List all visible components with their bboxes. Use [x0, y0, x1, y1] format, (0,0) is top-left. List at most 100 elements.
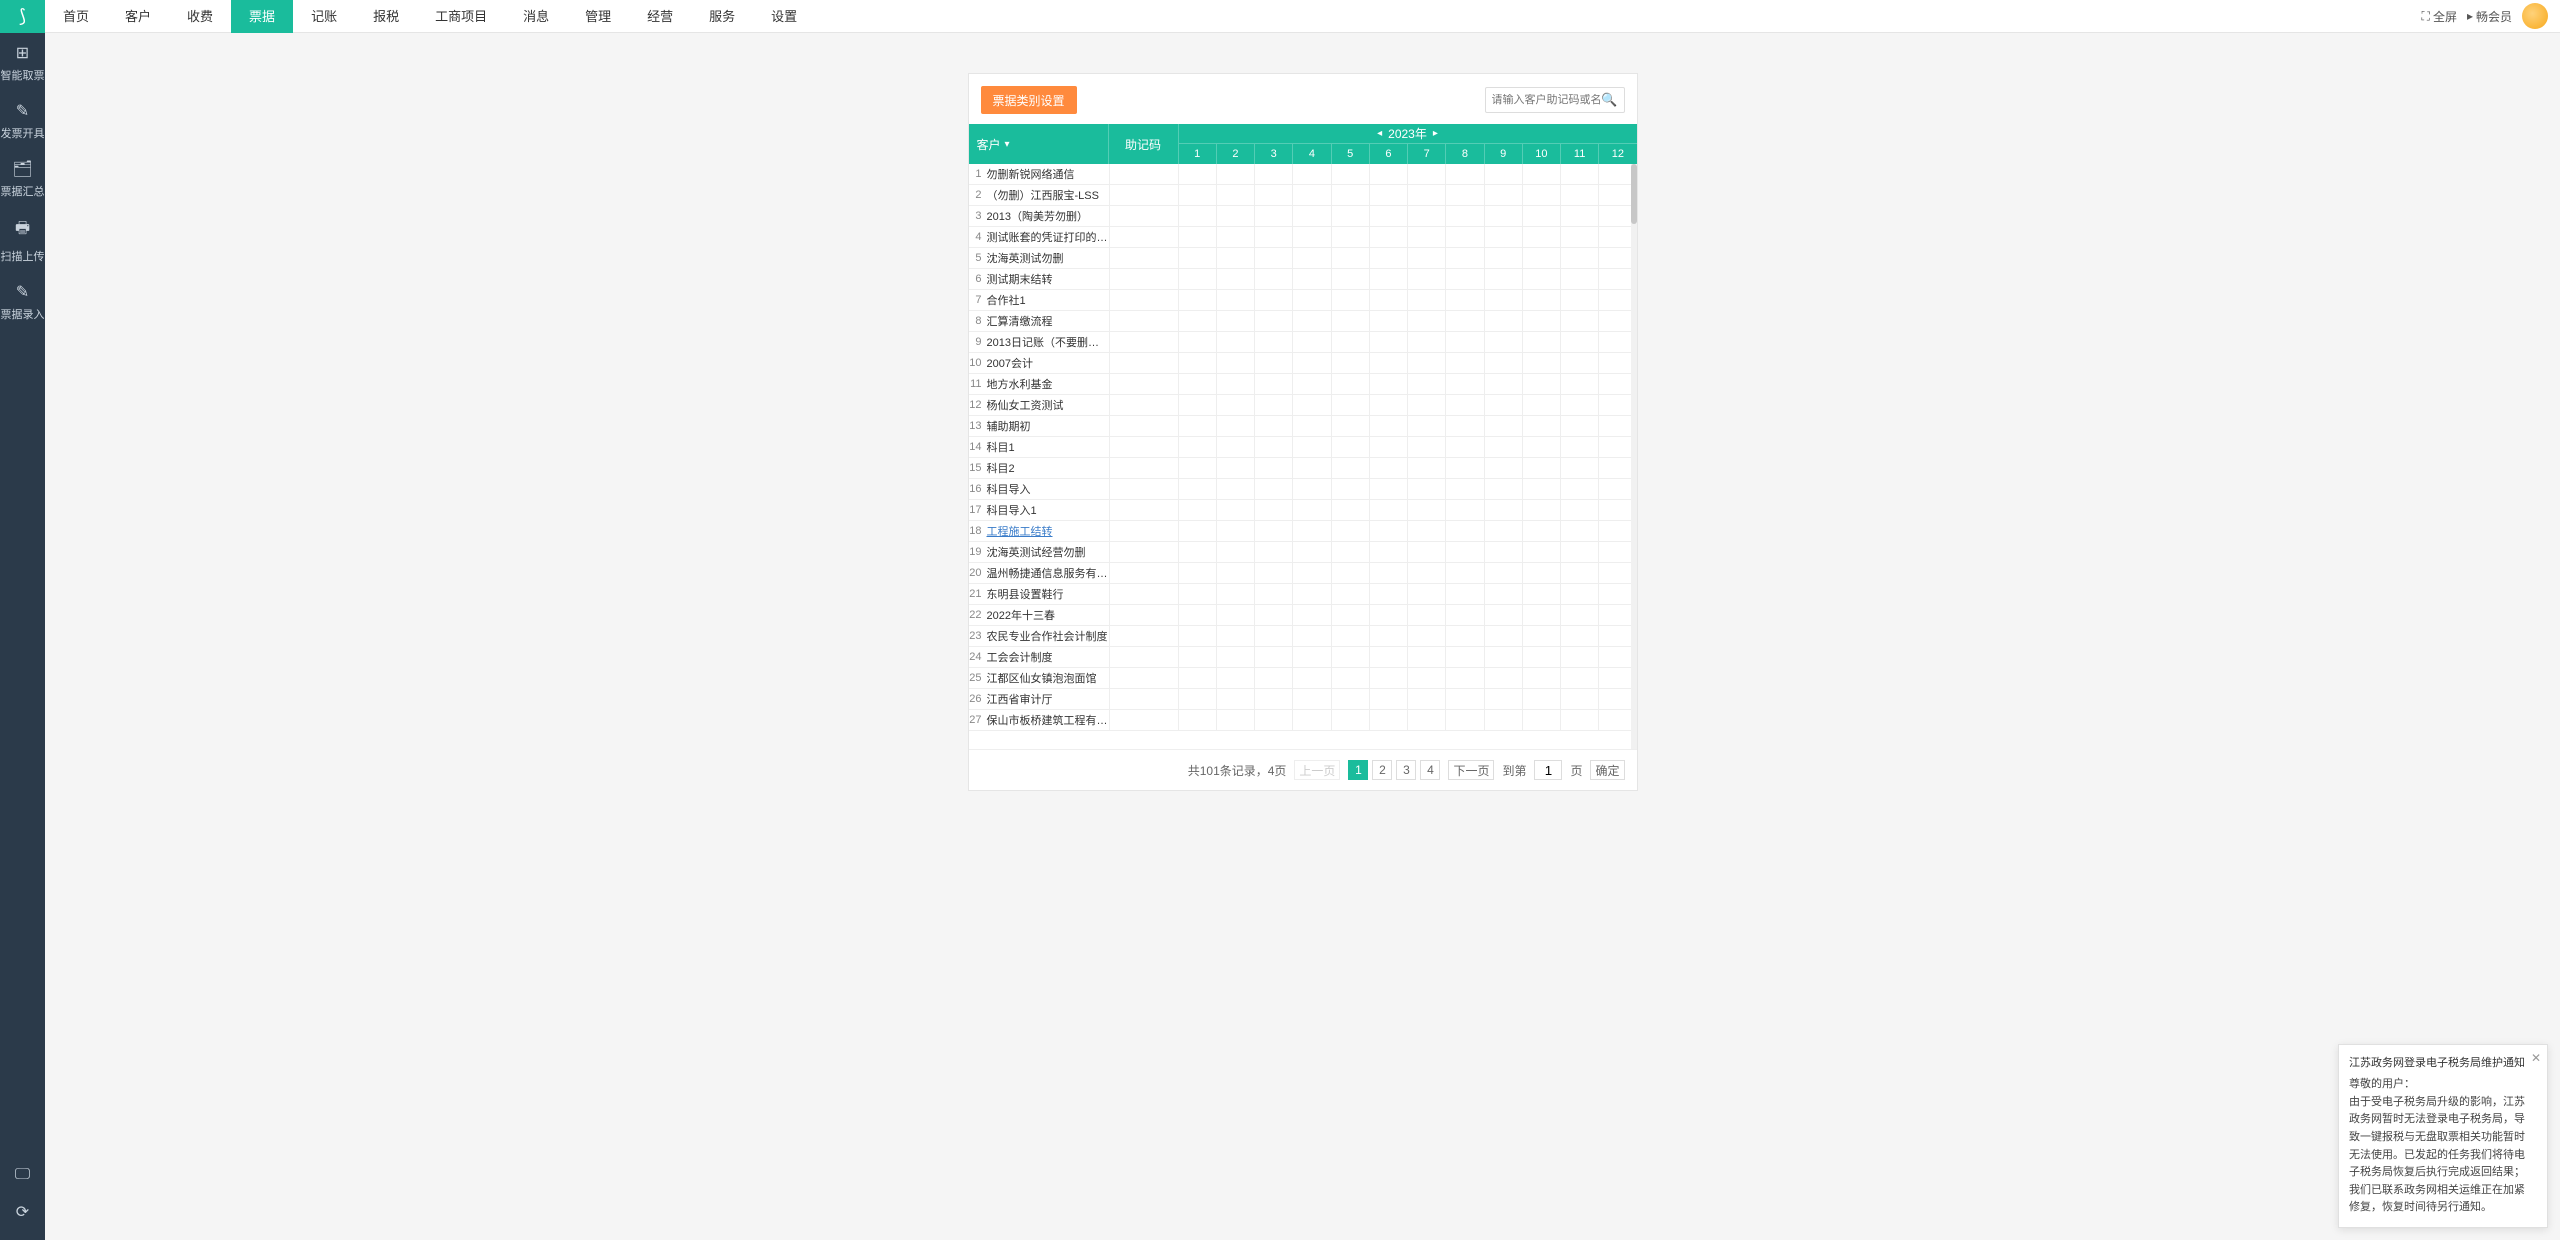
cell[interactable]: [1332, 710, 1370, 730]
cell[interactable]: [1255, 311, 1293, 331]
cell[interactable]: [1523, 542, 1561, 562]
cell[interactable]: [1523, 290, 1561, 310]
cell[interactable]: [1332, 374, 1370, 394]
cell[interactable]: [1332, 206, 1370, 226]
cell[interactable]: [1217, 164, 1255, 184]
cell[interactable]: [1293, 521, 1331, 541]
cell[interactable]: [1408, 395, 1446, 415]
cell[interactable]: [1485, 668, 1523, 688]
cell[interactable]: [1370, 710, 1408, 730]
cell[interactable]: [1561, 164, 1599, 184]
cell[interactable]: [1293, 710, 1331, 730]
cell[interactable]: [1523, 710, 1561, 730]
cell[interactable]: [1561, 332, 1599, 352]
cell[interactable]: [1561, 710, 1599, 730]
cell[interactable]: [1217, 437, 1255, 457]
cell[interactable]: [1293, 479, 1331, 499]
cell[interactable]: [1408, 311, 1446, 331]
cell[interactable]: [1179, 185, 1217, 205]
cell[interactable]: [1332, 500, 1370, 520]
cell[interactable]: [1332, 164, 1370, 184]
pager-page-2[interactable]: 2: [1372, 760, 1392, 780]
cell[interactable]: [1446, 626, 1484, 646]
cell[interactable]: [1293, 584, 1331, 604]
cell[interactable]: [1255, 647, 1293, 667]
cell[interactable]: [1561, 458, 1599, 478]
cell[interactable]: [1561, 374, 1599, 394]
cell[interactable]: [1370, 479, 1408, 499]
cell[interactable]: [1561, 353, 1599, 373]
cell[interactable]: [1255, 500, 1293, 520]
cell[interactable]: [1332, 395, 1370, 415]
cell[interactable]: [1179, 227, 1217, 247]
cell[interactable]: [1523, 458, 1561, 478]
cell[interactable]: [1408, 668, 1446, 688]
cell[interactable]: [1217, 626, 1255, 646]
topnav-item-3[interactable]: 票据: [231, 0, 293, 33]
cell[interactable]: [1370, 689, 1408, 709]
cell[interactable]: [1408, 332, 1446, 352]
sidebar-item-0[interactable]: ⊞智能取票: [0, 33, 45, 91]
cell[interactable]: [1255, 689, 1293, 709]
cell[interactable]: [1217, 689, 1255, 709]
cell[interactable]: [1293, 395, 1331, 415]
cell[interactable]: [1217, 206, 1255, 226]
cell[interactable]: [1332, 521, 1370, 541]
cell[interactable]: [1332, 479, 1370, 499]
cell[interactable]: [1370, 500, 1408, 520]
cell[interactable]: [1217, 353, 1255, 373]
cell[interactable]: [1523, 437, 1561, 457]
cell[interactable]: [1332, 269, 1370, 289]
cell[interactable]: [1561, 584, 1599, 604]
sidebar-bottom-item-1[interactable]: ⟳: [0, 1192, 45, 1230]
cell[interactable]: [1561, 647, 1599, 667]
cell[interactable]: [1217, 542, 1255, 562]
cell[interactable]: [1370, 395, 1408, 415]
cell[interactable]: [1408, 227, 1446, 247]
cell[interactable]: [1408, 605, 1446, 625]
cell[interactable]: [1217, 479, 1255, 499]
topnav-item-8[interactable]: 管理: [567, 0, 629, 33]
pager-page-4[interactable]: 4: [1420, 760, 1440, 780]
cell[interactable]: [1446, 689, 1484, 709]
cell[interactable]: [1446, 479, 1484, 499]
cell[interactable]: [1217, 416, 1255, 436]
cell[interactable]: [1370, 647, 1408, 667]
cell[interactable]: [1179, 647, 1217, 667]
cell[interactable]: [1217, 311, 1255, 331]
cell[interactable]: [1217, 395, 1255, 415]
cell[interactable]: [1179, 437, 1217, 457]
cell[interactable]: [1408, 647, 1446, 667]
cell[interactable]: [1217, 374, 1255, 394]
cell[interactable]: [1446, 647, 1484, 667]
sidebar-bottom-item-0[interactable]: 🖵: [0, 1156, 45, 1192]
cell[interactable]: [1485, 353, 1523, 373]
topnav-item-7[interactable]: 消息: [505, 0, 567, 33]
cell[interactable]: [1561, 248, 1599, 268]
cell[interactable]: [1255, 269, 1293, 289]
cell[interactable]: [1255, 290, 1293, 310]
cell[interactable]: [1179, 689, 1217, 709]
cell[interactable]: [1408, 248, 1446, 268]
cell[interactable]: [1217, 500, 1255, 520]
cell[interactable]: [1255, 563, 1293, 583]
cell[interactable]: [1217, 584, 1255, 604]
cell[interactable]: [1446, 227, 1484, 247]
cell[interactable]: [1370, 353, 1408, 373]
cell[interactable]: [1370, 185, 1408, 205]
cell[interactable]: [1446, 437, 1484, 457]
cell[interactable]: [1217, 332, 1255, 352]
cell[interactable]: [1255, 164, 1293, 184]
cell[interactable]: [1523, 248, 1561, 268]
pager-confirm[interactable]: 确定: [1590, 760, 1624, 780]
cell[interactable]: [1561, 416, 1599, 436]
cell[interactable]: [1370, 206, 1408, 226]
cell[interactable]: [1370, 290, 1408, 310]
cell[interactable]: [1332, 647, 1370, 667]
cell[interactable]: [1446, 416, 1484, 436]
cell[interactable]: [1255, 206, 1293, 226]
cell[interactable]: [1485, 290, 1523, 310]
close-icon[interactable]: ✕: [2531, 1049, 2541, 1068]
cell[interactable]: [1332, 458, 1370, 478]
cell[interactable]: [1332, 584, 1370, 604]
